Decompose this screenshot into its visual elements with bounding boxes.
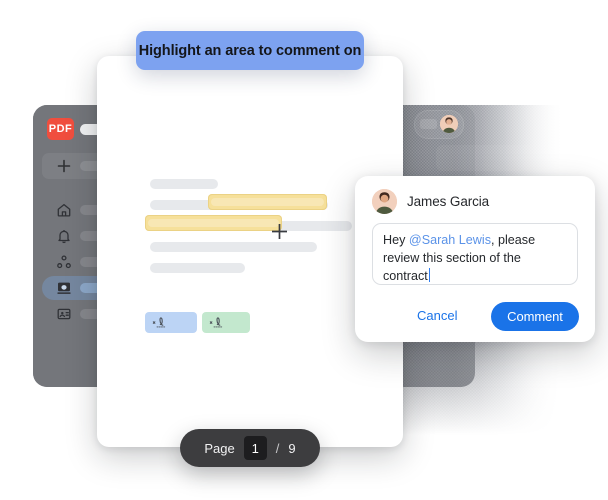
comment-text-prefix: Hey	[383, 233, 409, 247]
bell-icon	[58, 230, 70, 244]
documents-icon	[57, 282, 71, 294]
signature-icon	[152, 317, 166, 328]
account-chip-label-placeholder	[420, 119, 437, 129]
plus-icon	[57, 159, 71, 173]
comment-mention[interactable]: @Sarah Lewis	[409, 233, 491, 247]
signature-field[interactable]	[202, 312, 250, 333]
background-panel-placeholder	[436, 145, 554, 171]
comment-popup: James Garcia Hey @Sarah Lewis, please re…	[355, 176, 595, 342]
avatar-illustration-icon	[440, 115, 458, 133]
total-pages: 9	[288, 440, 296, 456]
share-nodes-icon	[57, 255, 71, 269]
comment-author-name: James Garcia	[407, 194, 490, 209]
highlight-tooltip: Highlight an area to comment on	[136, 31, 364, 70]
signature-field[interactable]	[145, 312, 197, 333]
text-highlight-core	[211, 198, 324, 206]
signature-icon	[209, 317, 223, 328]
text-highlight[interactable]	[145, 215, 282, 231]
comment-popup-header: James Garcia	[372, 189, 489, 214]
pdf-logo-icon: PDF	[47, 118, 74, 140]
document-text-line	[150, 242, 317, 252]
text-cursor	[428, 268, 431, 282]
crosshair-cursor-icon	[272, 224, 287, 239]
document-text-line	[150, 263, 245, 273]
current-page-input[interactable]: 1	[243, 436, 267, 460]
cancel-button[interactable]: Cancel	[417, 308, 457, 323]
pagination-separator: /	[275, 440, 280, 456]
comment-input[interactable]: Hey @Sarah Lewis, please review this sec…	[372, 223, 578, 285]
text-highlight[interactable]	[208, 194, 327, 210]
pagination-label: Page	[204, 440, 235, 456]
comment-submit-button[interactable]: Comment	[491, 302, 579, 331]
avatar-illustration-icon	[372, 189, 397, 214]
pdf-logo-label: PDF	[48, 123, 73, 135]
text-highlight-core	[148, 219, 279, 227]
pagination-control: Page 1 / 9	[180, 429, 320, 467]
avatar	[440, 115, 458, 133]
screenshot-stage: PDF Highlight an area to comment on Jame…	[0, 0, 608, 500]
avatar	[372, 189, 397, 214]
highlight-tooltip-label: Highlight an area to comment on	[138, 42, 362, 59]
home-icon	[57, 203, 71, 217]
contact-card-icon	[57, 308, 71, 320]
document-text-line	[150, 179, 218, 189]
